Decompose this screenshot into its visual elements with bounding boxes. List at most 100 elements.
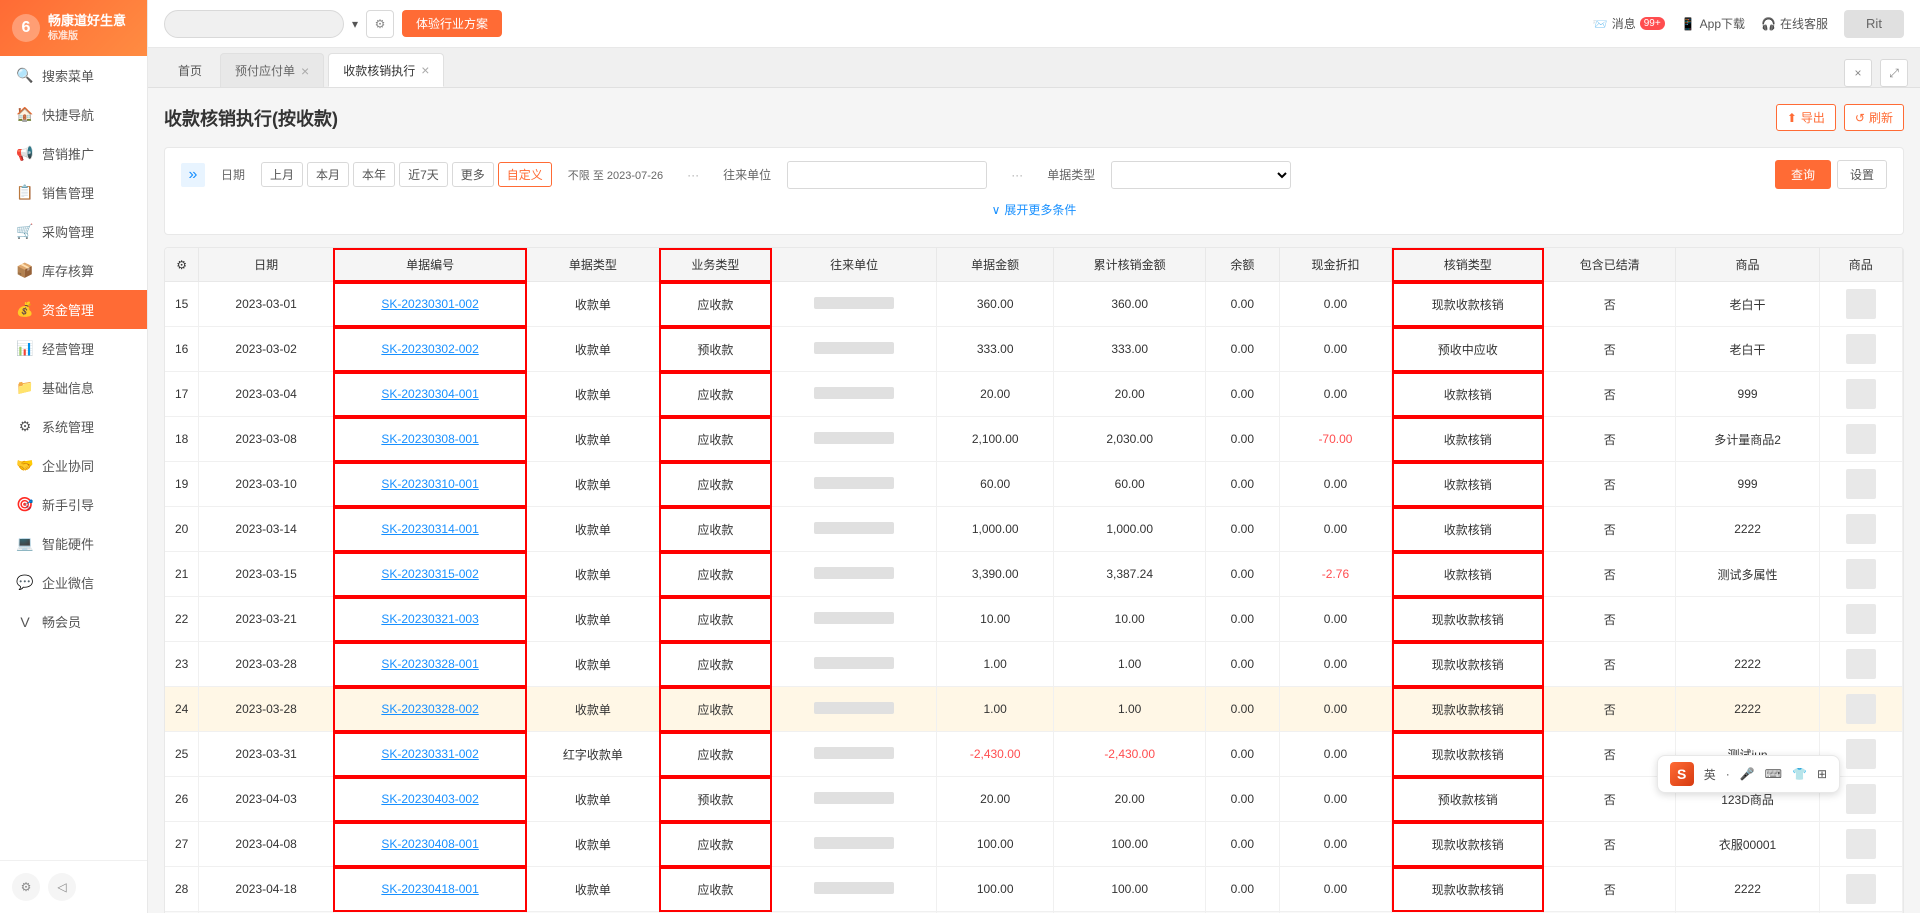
date-btn-7days[interactable]: 近7天 bbox=[399, 162, 448, 187]
date-btn-custom[interactable]: 自定义 bbox=[498, 162, 552, 187]
tab-expand-btn[interactable]: ⤢ bbox=[1880, 59, 1908, 87]
online-service-btn[interactable]: 🎧 在线客服 bbox=[1761, 15, 1828, 32]
bill-no-link[interactable]: SK-20230321-003 bbox=[381, 612, 478, 626]
tab-home[interactable]: 首页 bbox=[164, 53, 216, 87]
ime-chinese-btn[interactable]: 英 bbox=[1704, 766, 1716, 783]
sidebar-item-hardware[interactable]: 💻 智能硬件 bbox=[0, 524, 147, 563]
cell-bill-no[interactable]: SK-20230328-001 bbox=[333, 642, 526, 687]
sidebar-item-purchase[interactable]: 🛒 采购管理 bbox=[0, 212, 147, 251]
sidebar-item-member[interactable]: V 畅会员 bbox=[0, 602, 147, 641]
sidebar-item-guide[interactable]: 🎯 新手引导 bbox=[0, 485, 147, 524]
sidebar-item-wechat[interactable]: 💬 企业微信 bbox=[0, 563, 147, 602]
sidebar-item-search[interactable]: 🔍 搜索菜单 bbox=[0, 56, 147, 95]
sidebar-collapse-btn[interactable]: ◁ bbox=[48, 873, 76, 901]
bill-no-link[interactable]: SK-20230328-002 bbox=[381, 702, 478, 716]
th-goods: 商品 bbox=[1676, 248, 1819, 282]
bill-no-link[interactable]: SK-20230308-001 bbox=[381, 432, 478, 446]
cell-bill-no[interactable]: SK-20230314-001 bbox=[333, 507, 526, 552]
table-row: 25 2023-03-31 SK-20230331-002 红字收款单 应收款 … bbox=[165, 732, 1903, 777]
refresh-btn[interactable]: ↺ 刷新 bbox=[1844, 104, 1904, 131]
cell-discount: 0.00 bbox=[1279, 372, 1392, 417]
sidebar-item-inventory[interactable]: 📦 库存核算 bbox=[0, 251, 147, 290]
sidebar-item-operation[interactable]: 📊 经营管理 bbox=[0, 329, 147, 368]
cell-amount: 3,390.00 bbox=[937, 552, 1054, 597]
app-download-btn[interactable]: 📱 App下载 bbox=[1681, 15, 1745, 32]
cell-bill-no[interactable]: SK-20230308-001 bbox=[333, 417, 526, 462]
cell-bill-no[interactable]: SK-20230310-001 bbox=[333, 462, 526, 507]
service-label: 在线客服 bbox=[1780, 15, 1828, 32]
date-btn-more[interactable]: 更多 bbox=[452, 162, 494, 187]
receipt-tab-close-icon[interactable]: × bbox=[421, 62, 429, 78]
bill-no-link[interactable]: SK-20230403-002 bbox=[381, 792, 478, 806]
topbar-gear-btn[interactable]: ⚙ bbox=[366, 10, 394, 38]
cell-bill-no[interactable]: SK-20230408-001 bbox=[333, 822, 526, 867]
bill-no-link[interactable]: SK-20230315-002 bbox=[381, 567, 478, 581]
sidebar-item-marketing[interactable]: 📢 营销推广 bbox=[0, 134, 147, 173]
filter-expand-icon-btn[interactable]: » bbox=[181, 163, 205, 187]
cell-amount: 100.00 bbox=[937, 822, 1054, 867]
message-btn[interactable]: 📨 消息 99+ bbox=[1593, 15, 1665, 32]
cell-include-cleared: 否 bbox=[1544, 687, 1676, 732]
cell-bill-no[interactable]: SK-20230418-001 bbox=[333, 867, 526, 912]
bill-no-link[interactable]: SK-20230301-002 bbox=[381, 297, 478, 311]
tab-receipt[interactable]: 收款核销执行 × bbox=[328, 53, 444, 87]
bill-no-link[interactable]: SK-20230331-002 bbox=[381, 747, 478, 761]
cell-bill-no[interactable]: SK-20230301-002 bbox=[333, 282, 526, 327]
sidebar-item-basic[interactable]: 📁 基础信息 bbox=[0, 368, 147, 407]
sidebar-item-sales[interactable]: 📋 销售管理 bbox=[0, 173, 147, 212]
topbar-search-input[interactable] bbox=[164, 10, 344, 38]
date-btn-last-month[interactable]: 上月 bbox=[261, 162, 303, 187]
cell-bill-no[interactable]: SK-20230304-001 bbox=[333, 372, 526, 417]
bill-no-link[interactable]: SK-20230302-002 bbox=[381, 342, 478, 356]
bill-no-link[interactable]: SK-20230310-001 bbox=[381, 477, 478, 491]
bill-type-filter-select[interactable] bbox=[1111, 161, 1291, 189]
cell-bill-no[interactable]: SK-20230403-002 bbox=[333, 777, 526, 822]
expand-label: 展开更多条件 bbox=[1004, 201, 1076, 218]
cell-bill-no[interactable]: SK-20230328-002 bbox=[333, 687, 526, 732]
cell-balance: 0.00 bbox=[1206, 642, 1280, 687]
ime-grid-icon[interactable]: ⊞ bbox=[1817, 767, 1827, 781]
bill-no-link[interactable]: SK-20230328-001 bbox=[381, 657, 478, 671]
cell-include-cleared: 否 bbox=[1544, 552, 1676, 597]
sidebar-item-corp[interactable]: 🤝 企业协同 bbox=[0, 446, 147, 485]
sidebar-item-system[interactable]: ⚙ 系统管理 bbox=[0, 407, 147, 446]
cell-goods: 999 bbox=[1676, 372, 1819, 417]
cell-discount: -2.76 bbox=[1279, 552, 1392, 597]
date-btn-this-year[interactable]: 本年 bbox=[353, 162, 395, 187]
ime-keyboard-icon[interactable]: ⌨ bbox=[1765, 767, 1782, 781]
cell-partner bbox=[772, 327, 937, 372]
sidebar-item-finance[interactable]: 💰 资金管理 bbox=[0, 290, 147, 329]
partner-filter-input[interactable] bbox=[787, 161, 987, 189]
expand-more-conditions-btn[interactable]: ∨ 展开更多条件 bbox=[992, 201, 1077, 218]
cell-bill-type: 收款单 bbox=[527, 822, 659, 867]
tab-close-all-btn[interactable]: × bbox=[1844, 59, 1872, 87]
tab-prepay[interactable]: 预付应付单 × bbox=[220, 53, 324, 87]
bill-no-link[interactable]: SK-20230314-001 bbox=[381, 522, 478, 536]
table-row: 17 2023-03-04 SK-20230304-001 收款单 应收款 20… bbox=[165, 372, 1903, 417]
export-btn[interactable]: ⬆ 导出 bbox=[1776, 104, 1836, 131]
th-settings[interactable]: ⚙ bbox=[165, 248, 199, 282]
bill-no-link[interactable]: SK-20230304-001 bbox=[381, 387, 478, 401]
cell-bill-no[interactable]: SK-20230331-002 bbox=[333, 732, 526, 777]
prepay-tab-close-icon[interactable]: × bbox=[301, 63, 309, 79]
page-title-text: 收款核销执行(按收款) bbox=[164, 105, 338, 131]
industry-solution-btn[interactable]: 体验行业方案 bbox=[402, 10, 502, 37]
ime-emoji-icon[interactable]: 👕 bbox=[1792, 767, 1807, 781]
sidebar-settings-btn[interactable]: ⚙ bbox=[12, 873, 40, 901]
cell-bill-no[interactable]: SK-20230302-002 bbox=[333, 327, 526, 372]
user-avatar[interactable]: Rit bbox=[1844, 10, 1904, 38]
cell-goods2 bbox=[1819, 462, 1902, 507]
date-btn-this-month[interactable]: 本月 bbox=[307, 162, 349, 187]
ime-punct-btn[interactable]: · bbox=[1726, 767, 1730, 781]
setting-btn[interactable]: 设置 bbox=[1837, 160, 1887, 189]
bill-no-link[interactable]: SK-20230408-001 bbox=[381, 837, 478, 851]
sidebar-item-quick[interactable]: 🏠 快捷导航 bbox=[0, 95, 147, 134]
ime-voice-icon[interactable]: 🎤 bbox=[1740, 767, 1755, 781]
cell-bill-no[interactable]: SK-20230321-003 bbox=[333, 597, 526, 642]
cell-goods: 2222 bbox=[1676, 642, 1819, 687]
topbar-dropdown[interactable]: ▾ bbox=[352, 17, 358, 31]
cell-bill-no[interactable]: SK-20230315-002 bbox=[333, 552, 526, 597]
cell-discount: 0.00 bbox=[1279, 507, 1392, 552]
bill-no-link[interactable]: SK-20230418-001 bbox=[381, 882, 478, 896]
query-btn[interactable]: 查询 bbox=[1775, 160, 1831, 189]
